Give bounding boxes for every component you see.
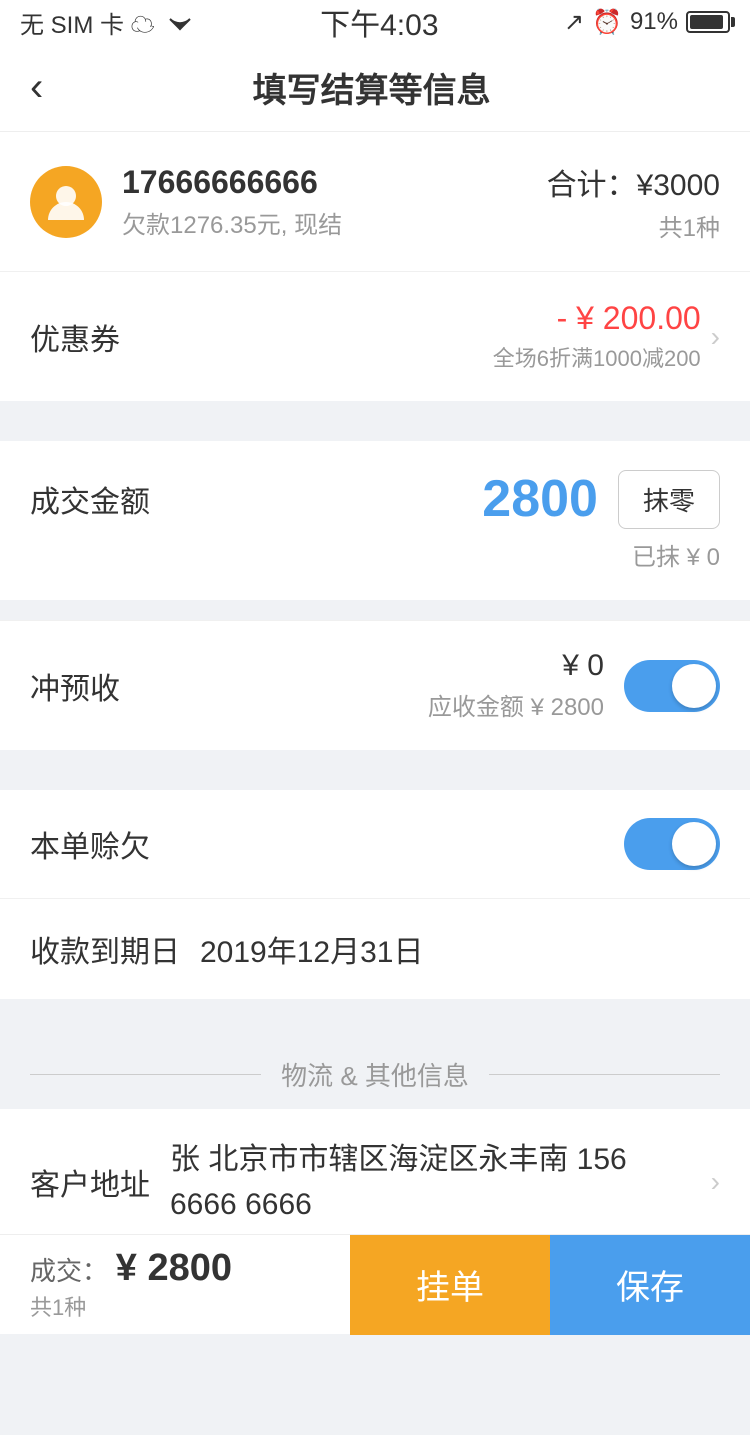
status-right: ↗ ⏰ 91%	[564, 8, 730, 37]
address-value: 张 北京市市辖区海淀区永丰南 156 6666 6666	[170, 1137, 701, 1227]
amount-right: 2800 抹零	[482, 469, 720, 529]
prepay-sub: 应收金额 ¥ 2800	[428, 687, 604, 722]
alarm-icon: ⏰	[592, 8, 622, 37]
gray-separator-3	[0, 1019, 750, 1039]
bottom-deal-label: 成交：	[30, 1256, 108, 1286]
coupon-desc: 全场6折满1000减200	[493, 341, 701, 373]
coupon-right-wrap: - ¥ 200.00 全场6折满1000减200	[493, 300, 701, 373]
prepay-amount: ¥ 0	[428, 649, 604, 683]
status-bar: 无 SIM 卡 ☁ 下午4:03 ↗ ⏰ 91%	[0, 0, 750, 44]
sim-label: 无 SIM 卡 ☁	[20, 5, 155, 40]
location-icon: ↗	[564, 8, 584, 37]
user-row: 17666666666 欠款1276.35元, 现结 合计：¥3000 共1种	[0, 132, 750, 271]
logistics-line-right	[489, 1074, 720, 1075]
due-date-value: 2019年12月31日	[200, 927, 423, 971]
wifi-icon	[165, 11, 195, 33]
debt-toggle-knob	[672, 822, 716, 866]
gray-separator-1	[0, 421, 750, 441]
total-count: 共1种	[547, 208, 720, 243]
prepay-label: 冲预收	[30, 664, 428, 708]
prepay-right: ¥ 0 应收金额 ¥ 2800	[428, 649, 604, 722]
user-sub: 欠款1276.35元, 现结	[122, 205, 547, 240]
gray-separator-2	[0, 770, 750, 790]
debt-toggle[interactable]	[624, 818, 720, 870]
amount-row: 成交金额 2800 抹零	[30, 469, 720, 529]
bottom-deal-row: 成交： ¥ 2800	[30, 1247, 320, 1290]
coupon-discount: - ¥ 200.00	[493, 300, 701, 337]
coupon-label: 优惠券	[30, 315, 493, 359]
prepay-row: 冲预收 ¥ 0 应收金额 ¥ 2800	[0, 620, 750, 750]
battery-percent: 91%	[630, 8, 678, 36]
user-phone: 17666666666	[122, 164, 547, 201]
logistics-separator: 物流 & 其他信息	[0, 1039, 750, 1109]
amount-section: 成交金额 2800 抹零 已抹 ¥ 0	[0, 441, 750, 600]
debt-section: 本单赊欠 收款到期日 2019年12月31日	[0, 790, 750, 999]
save-button[interactable]: 保存	[550, 1235, 750, 1335]
battery-icon	[686, 11, 730, 33]
user-total: 合计：¥3000 共1种	[547, 160, 720, 243]
address-arrow-icon: ›	[711, 1166, 720, 1198]
avatar	[30, 166, 102, 238]
hang-button[interactable]: 挂单	[350, 1235, 550, 1335]
due-date-row: 收款到期日 2019年12月31日	[0, 898, 750, 999]
page-title: 填写结算等信息	[63, 63, 680, 112]
amount-label: 成交金额	[30, 477, 150, 521]
coupon-row[interactable]: 优惠券 - ¥ 200.00 全场6折满1000减200 ›	[0, 271, 750, 401]
prepay-toggle[interactable]	[624, 660, 720, 712]
due-date-label: 收款到期日	[30, 927, 180, 971]
avatar-icon	[44, 180, 88, 224]
logistics-line-left	[30, 1074, 261, 1075]
status-time: 下午4:03	[320, 0, 438, 44]
total-amount: 合计：¥3000	[547, 160, 720, 204]
nav-bar: ‹ 填写结算等信息	[0, 44, 750, 132]
user-info-section: 17666666666 欠款1276.35元, 现结 合计：¥3000 共1种 …	[0, 132, 750, 401]
toggle-knob	[672, 664, 716, 708]
amount-sub: 已抹 ¥ 0	[30, 537, 720, 572]
bottom-summary: 成交： ¥ 2800 共1种	[0, 1247, 350, 1322]
logistics-text: 物流 & 其他信息	[261, 1056, 489, 1093]
debt-row: 本单赊欠	[0, 790, 750, 898]
back-button[interactable]: ‹	[30, 55, 63, 120]
address-label: 客户地址	[30, 1160, 150, 1204]
bottom-count: 共1种	[30, 1290, 320, 1322]
round-button[interactable]: 抹零	[618, 470, 720, 529]
user-info: 17666666666 欠款1276.35元, 现结	[122, 164, 547, 240]
bottom-amount: ¥ 2800	[116, 1247, 232, 1289]
coupon-arrow-icon: ›	[711, 321, 720, 353]
status-left: 无 SIM 卡 ☁	[20, 5, 195, 40]
amount-value: 2800	[482, 469, 598, 529]
bottom-bar: 成交： ¥ 2800 共1种 挂单 保存	[0, 1234, 750, 1334]
prepay-section: 冲预收 ¥ 0 应收金额 ¥ 2800	[0, 620, 750, 750]
debt-label: 本单赊欠	[30, 822, 624, 866]
